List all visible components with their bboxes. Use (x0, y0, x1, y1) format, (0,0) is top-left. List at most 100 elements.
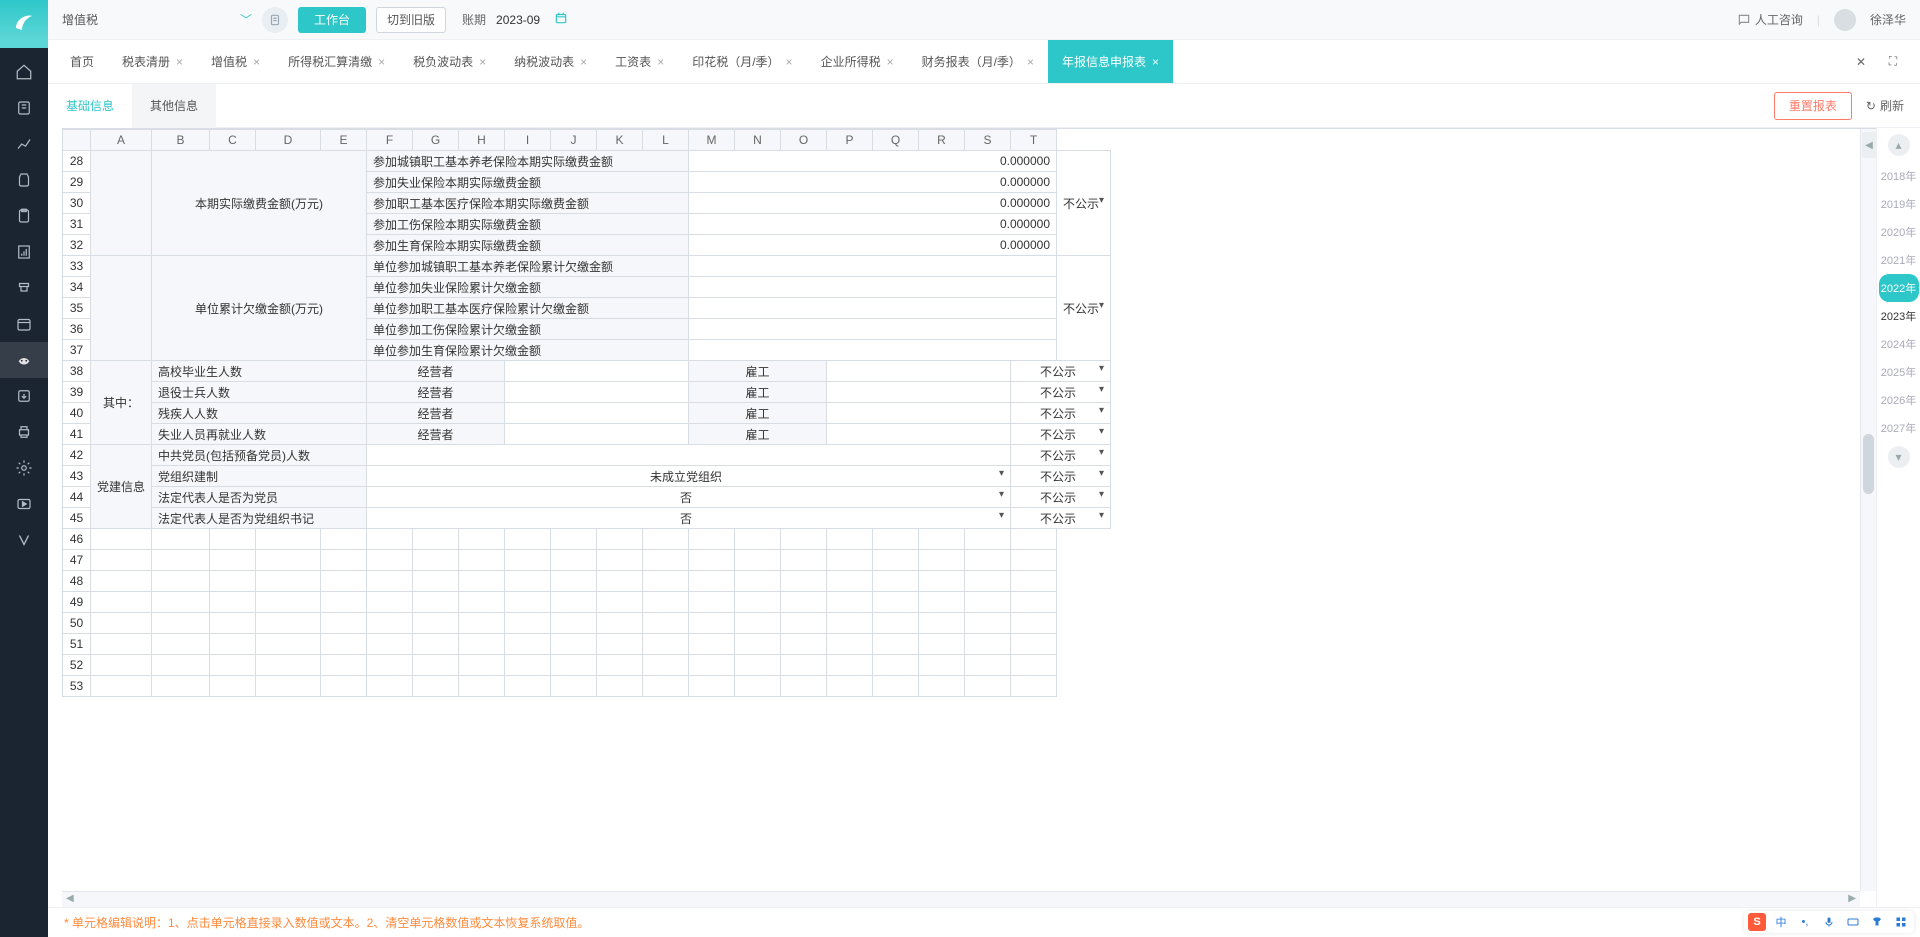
nav-money[interactable] (0, 162, 48, 198)
row-header-30[interactable]: 30 (63, 193, 91, 214)
row-header-47[interactable]: 47 (63, 550, 91, 571)
nav-chart[interactable] (0, 126, 48, 162)
period-value[interactable]: 2023-09 (496, 13, 540, 27)
col-header-R[interactable]: R (919, 130, 965, 151)
year-2026年[interactable]: 2026年 (1879, 386, 1919, 414)
ime-zh-icon[interactable]: 中 (1772, 913, 1790, 931)
row-header-33[interactable]: 33 (63, 256, 91, 277)
nav-ledger[interactable] (0, 90, 48, 126)
nav-report[interactable] (0, 234, 48, 270)
year-2024年[interactable]: 2024年 (1879, 330, 1919, 358)
tab-6[interactable]: 工资表× (601, 40, 678, 84)
col-header-B[interactable]: B (152, 130, 210, 151)
subtab-basic[interactable]: 基础信息 (48, 84, 132, 128)
nav-stamp[interactable] (0, 270, 48, 306)
col-header-L[interactable]: L (643, 130, 689, 151)
close-icon[interactable]: × (253, 55, 260, 69)
col-header-S[interactable]: S (965, 130, 1011, 151)
year-2019年[interactable]: 2019年 (1879, 190, 1919, 218)
switch-old-button[interactable]: 切到旧版 (376, 7, 446, 33)
nav-print[interactable] (0, 414, 48, 450)
col-header-P[interactable]: P (827, 130, 873, 151)
tab-10[interactable]: 年报信息申报表× (1048, 40, 1173, 84)
col-header-M[interactable]: M (689, 130, 735, 151)
ime-mic-icon[interactable] (1820, 913, 1838, 931)
row-header-51[interactable]: 51 (63, 634, 91, 655)
nav-video[interactable] (0, 486, 48, 522)
row-header-28[interactable]: 28 (63, 151, 91, 172)
row-header-31[interactable]: 31 (63, 214, 91, 235)
col-header-F[interactable]: F (367, 130, 413, 151)
row-header-52[interactable]: 52 (63, 655, 91, 676)
tab-2[interactable]: 增值税× (197, 40, 274, 84)
ime-keyboard-icon[interactable] (1844, 913, 1862, 931)
row-header-36[interactable]: 36 (63, 319, 91, 340)
col-header-I[interactable]: I (505, 130, 551, 151)
row-header-53[interactable]: 53 (63, 676, 91, 697)
ime-s-icon[interactable]: S (1748, 913, 1766, 931)
close-icon[interactable]: × (1152, 55, 1159, 69)
corner-cell[interactable] (63, 130, 91, 151)
row-header-29[interactable]: 29 (63, 172, 91, 193)
nav-archive[interactable] (0, 378, 48, 414)
col-header-N[interactable]: N (735, 130, 781, 151)
year-2021年[interactable]: 2021年 (1879, 246, 1919, 274)
nav-settings[interactable] (0, 450, 48, 486)
help-link[interactable]: 人工咨询 (1737, 11, 1803, 28)
row-header-44[interactable]: 44 (63, 487, 91, 508)
close-icon[interactable]: × (479, 55, 486, 69)
vertical-scrollbar[interactable] (1860, 129, 1876, 891)
year-2018年[interactable]: 2018年 (1879, 162, 1919, 190)
row-header-38[interactable]: 38 (63, 361, 91, 382)
year-2020年[interactable]: 2020年 (1879, 218, 1919, 246)
reset-report-button[interactable]: 重置报表 (1774, 92, 1852, 120)
tab-3[interactable]: 所得税汇算清缴× (274, 40, 399, 84)
row-header-48[interactable]: 48 (63, 571, 91, 592)
row-header-32[interactable]: 32 (63, 235, 91, 256)
close-icon[interactable]: × (378, 55, 385, 69)
row-header-37[interactable]: 37 (63, 340, 91, 361)
col-header-K[interactable]: K (597, 130, 643, 151)
nav-home[interactable] (0, 54, 48, 90)
close-tabs-icon[interactable]: ✕ (1850, 51, 1872, 73)
year-2023年[interactable]: 2023年 (1879, 302, 1919, 330)
col-header-A[interactable]: A (91, 130, 152, 151)
close-icon[interactable]: × (580, 55, 587, 69)
row-header-39[interactable]: 39 (63, 382, 91, 403)
ime-skin-icon[interactable] (1868, 913, 1886, 931)
col-header-G[interactable]: G (413, 130, 459, 151)
nav-calendar[interactable] (0, 306, 48, 342)
col-header-T[interactable]: T (1011, 130, 1057, 151)
row-header-35[interactable]: 35 (63, 298, 91, 319)
year-down-icon[interactable]: ▾ (1888, 446, 1910, 468)
workbench-button[interactable]: 工作台 (298, 7, 366, 33)
expand-icon[interactable]: ⛶ (1882, 51, 1904, 73)
col-header-C[interactable]: C (210, 130, 256, 151)
module-selector[interactable]: 增值税 ﹀ (62, 11, 252, 28)
year-2027年[interactable]: 2027年 (1879, 414, 1919, 442)
tab-9[interactable]: 财务报表（月/季）× (908, 40, 1048, 84)
row-header-45[interactable]: 45 (63, 508, 91, 529)
tab-5[interactable]: 纳税波动表× (500, 40, 601, 84)
row-header-42[interactable]: 42 (63, 445, 91, 466)
col-header-E[interactable]: E (321, 130, 367, 151)
year-up-icon[interactable]: ▴ (1888, 134, 1910, 156)
tab-7[interactable]: 印花税（月/季）× (678, 40, 806, 84)
refresh-button[interactable]: ↻ 刷新 (1866, 97, 1904, 114)
row-header-49[interactable]: 49 (63, 592, 91, 613)
avatar[interactable] (1834, 9, 1856, 31)
tab-1[interactable]: 税表清册× (108, 40, 197, 84)
ime-tools-icon[interactable] (1892, 913, 1910, 931)
close-icon[interactable]: × (1027, 55, 1034, 69)
year-2022年[interactable]: 2022年 (1879, 274, 1919, 302)
col-header-J[interactable]: J (551, 130, 597, 151)
nav-tax[interactable] (0, 342, 48, 378)
calendar-icon[interactable] (554, 11, 568, 28)
row-header-34[interactable]: 34 (63, 277, 91, 298)
tab-4[interactable]: 税负波动表× (399, 40, 500, 84)
nav-clipboard[interactable] (0, 198, 48, 234)
close-icon[interactable]: × (176, 55, 183, 69)
row-header-46[interactable]: 46 (63, 529, 91, 550)
row-header-41[interactable]: 41 (63, 424, 91, 445)
nav-v[interactable] (0, 522, 48, 558)
